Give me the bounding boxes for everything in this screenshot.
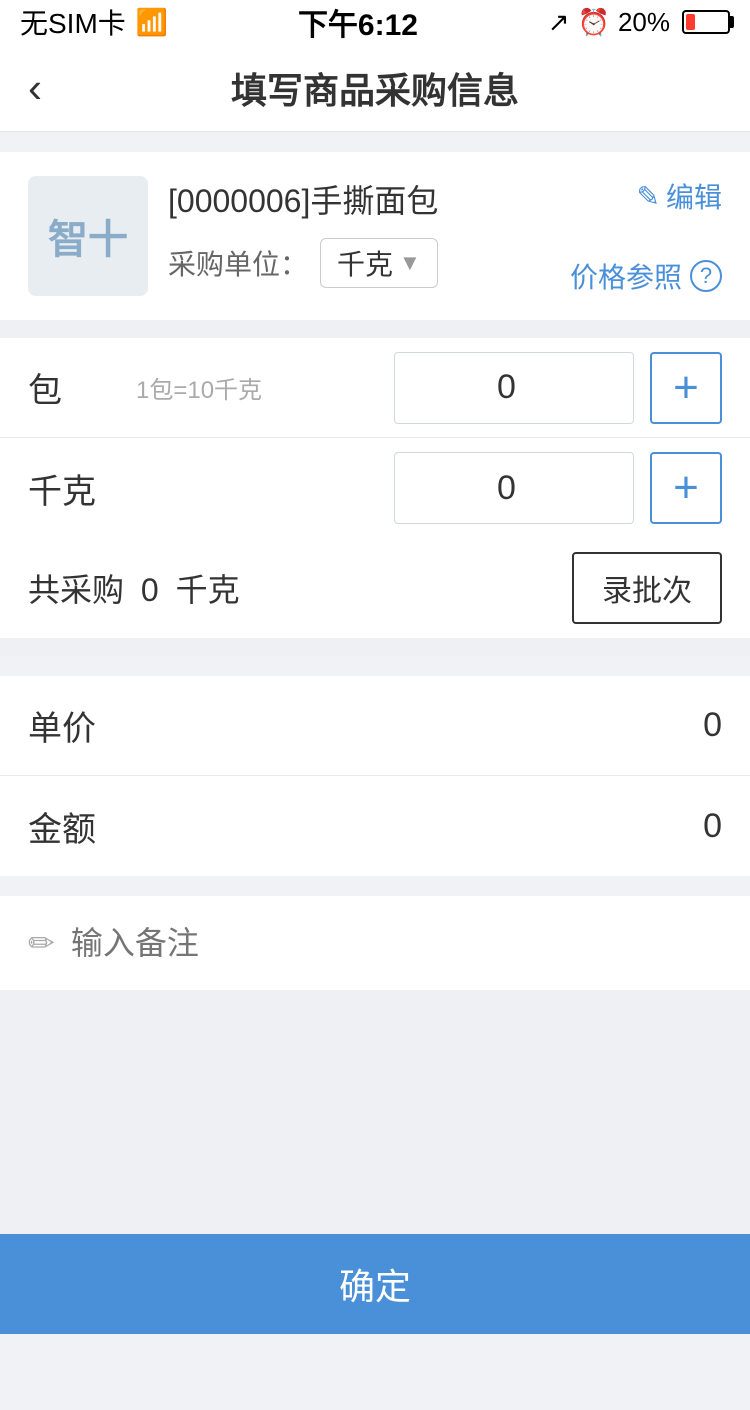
- product-card: 智十 [0000006]手撕面包 采购单位： 千克 ▼ ✎ 编辑 价格参照 ?: [0, 152, 750, 320]
- price-reference-button[interactable]: 价格参照 ?: [570, 256, 722, 296]
- total-unit: 千克: [176, 572, 240, 608]
- input-section: 包 1包=10千克 + 千克 +: [0, 338, 750, 538]
- bag-plus-button[interactable]: +: [650, 352, 722, 424]
- bag-input[interactable]: [394, 352, 634, 424]
- total-prefix: 共采购: [28, 572, 124, 608]
- edit-label: 编辑: [666, 176, 722, 216]
- kg-input-row: 千克 +: [0, 438, 750, 538]
- status-right: ↗ ⏰ 20%: [548, 7, 730, 38]
- total-row: 共采购 0 千克 录批次: [0, 538, 750, 638]
- unit-select[interactable]: 千克 ▼: [320, 238, 438, 288]
- edit-icon: ✎: [637, 180, 660, 213]
- product-logo: 智十: [48, 207, 128, 265]
- record-batch-button[interactable]: 录批次: [572, 552, 722, 624]
- bag-input-row: 包 1包=10千克 +: [0, 338, 750, 438]
- bag-sublabel: 1包=10千克: [136, 370, 262, 405]
- back-button[interactable]: ‹: [28, 64, 42, 112]
- amount-value: 0: [703, 807, 722, 846]
- battery-percent: 20%: [618, 7, 670, 38]
- total-text: 共采购 0 千克: [28, 565, 240, 611]
- edit-button[interactable]: ✎ 编辑: [637, 176, 722, 216]
- bag-label: 包: [28, 363, 128, 412]
- confirm-button[interactable]: 确定: [0, 1234, 750, 1334]
- price-ref-label: 价格参照: [570, 256, 682, 296]
- unit-value: 千克: [337, 243, 393, 283]
- status-bar: 无SIM卡 📶 下午6:12 ↗ ⏰ 20%: [0, 0, 750, 44]
- section-divider-2: [0, 638, 750, 656]
- page-title: 填写商品采购信息: [231, 62, 519, 114]
- time-display: 下午6:12: [298, 0, 418, 44]
- remark-section: ✏: [0, 896, 750, 990]
- kg-label: 千克: [28, 464, 128, 513]
- pencil-icon: ✏: [28, 924, 55, 962]
- unit-price-value: 0: [703, 706, 722, 745]
- battery-fill: [686, 14, 695, 30]
- wifi-icon: 📶: [136, 7, 168, 38]
- total-amount: 0: [141, 572, 159, 608]
- status-left: 无SIM卡 📶: [20, 2, 168, 42]
- unit-price-row: 单价 0: [0, 676, 750, 776]
- product-image: 智十: [28, 176, 148, 296]
- chevron-down-icon: ▼: [399, 250, 421, 276]
- carrier-text: 无SIM卡: [20, 2, 126, 42]
- kg-plus-button[interactable]: +: [650, 452, 722, 524]
- remark-input[interactable]: [71, 925, 722, 962]
- kg-input-wrapper: +: [128, 452, 722, 524]
- nav-bar: ‹ 填写商品采购信息: [0, 44, 750, 132]
- amount-row: 金额 0: [0, 776, 750, 876]
- section-divider-1: [0, 320, 750, 338]
- bag-input-wrapper: +: [262, 352, 722, 424]
- amount-label: 金额: [28, 802, 96, 851]
- alarm-icon: ⏰: [578, 7, 610, 38]
- unit-price-label: 单价: [28, 701, 96, 750]
- kg-input[interactable]: [394, 452, 634, 524]
- battery-icon: [682, 10, 730, 34]
- price-section: 单价 0 金额 0: [0, 676, 750, 876]
- unit-label: 采购单位：: [168, 243, 308, 283]
- location-icon: ↗: [548, 7, 570, 38]
- help-icon: ?: [690, 260, 722, 292]
